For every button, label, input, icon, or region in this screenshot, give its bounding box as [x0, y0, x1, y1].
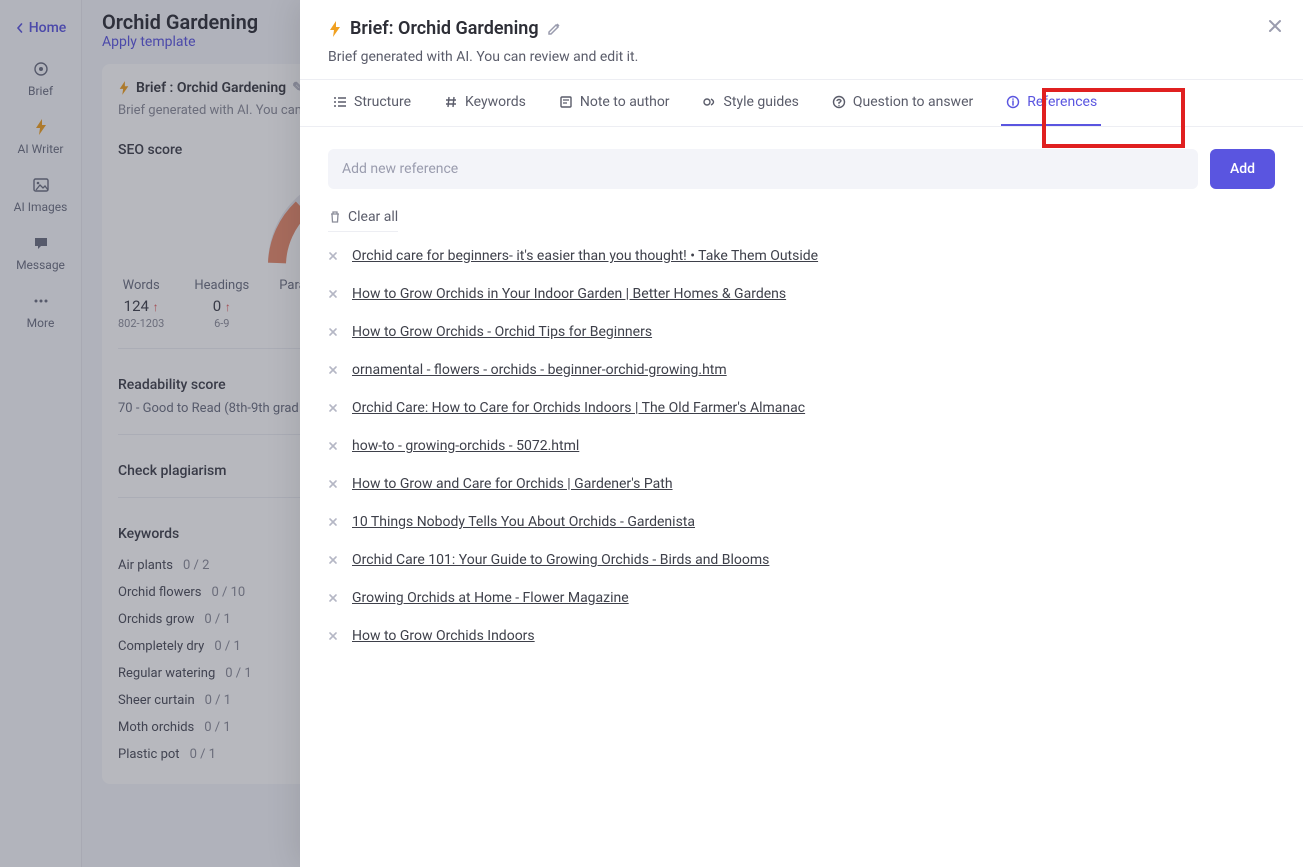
remove-reference-icon[interactable]	[328, 441, 338, 451]
remove-reference-icon[interactable]	[328, 555, 338, 565]
tab-label: Keywords	[465, 94, 526, 110]
remove-reference-icon[interactable]	[328, 631, 338, 641]
reference-item: How to Grow Orchids Indoors	[328, 628, 1275, 644]
note-to-author-icon	[558, 94, 574, 110]
remove-reference-icon[interactable]	[328, 479, 338, 489]
style-guides-icon	[702, 94, 718, 110]
add-reference-input[interactable]	[328, 149, 1198, 189]
trash-icon	[328, 210, 342, 224]
close-icon[interactable]	[1267, 18, 1283, 34]
tabs: Structure Keywords Note to author Style gui…	[300, 79, 1303, 127]
edit-icon[interactable]	[547, 22, 561, 36]
tab-label: Question to answer	[853, 94, 973, 110]
reference-item: How to Grow Orchids - Orchid Tips for Be…	[328, 324, 1275, 340]
tab-label: Style guides	[724, 94, 799, 110]
reference-item: ornamental - flowers - orchids - beginne…	[328, 362, 1275, 378]
reference-item: Growing Orchids at Home - Flower Magazin…	[328, 590, 1275, 606]
tab-keywords[interactable]: Keywords	[439, 80, 530, 126]
question-to-answer-icon	[831, 94, 847, 110]
bolt-icon	[328, 20, 342, 38]
tab-structure[interactable]: Structure	[328, 80, 415, 126]
reference-link[interactable]: Orchid Care 101: Your Guide to Growing O…	[352, 552, 769, 568]
modal-title: Brief: Orchid Gardening	[350, 18, 539, 39]
structure-icon	[332, 94, 348, 110]
reference-link[interactable]: How to Grow Orchids in Your Indoor Garde…	[352, 286, 786, 302]
reference-item: Orchid Care 101: Your Guide to Growing O…	[328, 552, 1275, 568]
keywords-icon	[443, 94, 459, 110]
remove-reference-icon[interactable]	[328, 365, 338, 375]
reference-item: How to Grow and Care for Orchids | Garde…	[328, 476, 1275, 492]
reference-link[interactable]: Orchid care for beginners- it's easier t…	[352, 248, 818, 264]
reference-item: Orchid care for beginners- it's easier t…	[328, 248, 1275, 264]
tab-references[interactable]: References	[1001, 80, 1101, 126]
references-icon	[1005, 94, 1021, 110]
reference-item: Orchid Care: How to Care for Orchids Ind…	[328, 400, 1275, 416]
remove-reference-icon[interactable]	[328, 289, 338, 299]
tab-note-to-author[interactable]: Note to author	[554, 80, 674, 126]
tab-label: Note to author	[580, 94, 670, 110]
reference-link[interactable]: How to Grow Orchids - Orchid Tips for Be…	[352, 324, 652, 340]
reference-link[interactable]: How to Grow and Care for Orchids | Garde…	[352, 476, 673, 492]
reference-link[interactable]: Growing Orchids at Home - Flower Magazin…	[352, 590, 629, 606]
reference-link[interactable]: ornamental - flowers - orchids - beginne…	[352, 362, 727, 378]
reference-link[interactable]: how-to - growing-orchids - 5072.html	[352, 438, 579, 454]
clear-all-label: Clear all	[348, 209, 398, 225]
add-button[interactable]: Add	[1210, 149, 1275, 189]
remove-reference-icon[interactable]	[328, 593, 338, 603]
reference-item: how-to - growing-orchids - 5072.html	[328, 438, 1275, 454]
tab-style-guides[interactable]: Style guides	[698, 80, 803, 126]
modal-subtitle: Brief generated with AI. You can review …	[328, 49, 1275, 65]
reference-link[interactable]: Orchid Care: How to Care for Orchids Ind…	[352, 400, 805, 416]
tab-label: Structure	[354, 94, 411, 110]
reference-item: 10 Things Nobody Tells You About Orchids…	[328, 514, 1275, 530]
tab-question-to-answer[interactable]: Question to answer	[827, 80, 977, 126]
reference-link[interactable]: 10 Things Nobody Tells You About Orchids…	[352, 514, 695, 530]
clear-all-button[interactable]: Clear all	[328, 209, 398, 232]
reference-item: How to Grow Orchids in Your Indoor Garde…	[328, 286, 1275, 302]
brief-modal: Brief: Orchid Gardening Brief generated …	[300, 0, 1303, 867]
remove-reference-icon[interactable]	[328, 327, 338, 337]
remove-reference-icon[interactable]	[328, 403, 338, 413]
remove-reference-icon[interactable]	[328, 517, 338, 527]
remove-reference-icon[interactable]	[328, 251, 338, 261]
reference-link[interactable]: How to Grow Orchids Indoors	[352, 628, 535, 644]
tab-label: References	[1027, 94, 1097, 110]
